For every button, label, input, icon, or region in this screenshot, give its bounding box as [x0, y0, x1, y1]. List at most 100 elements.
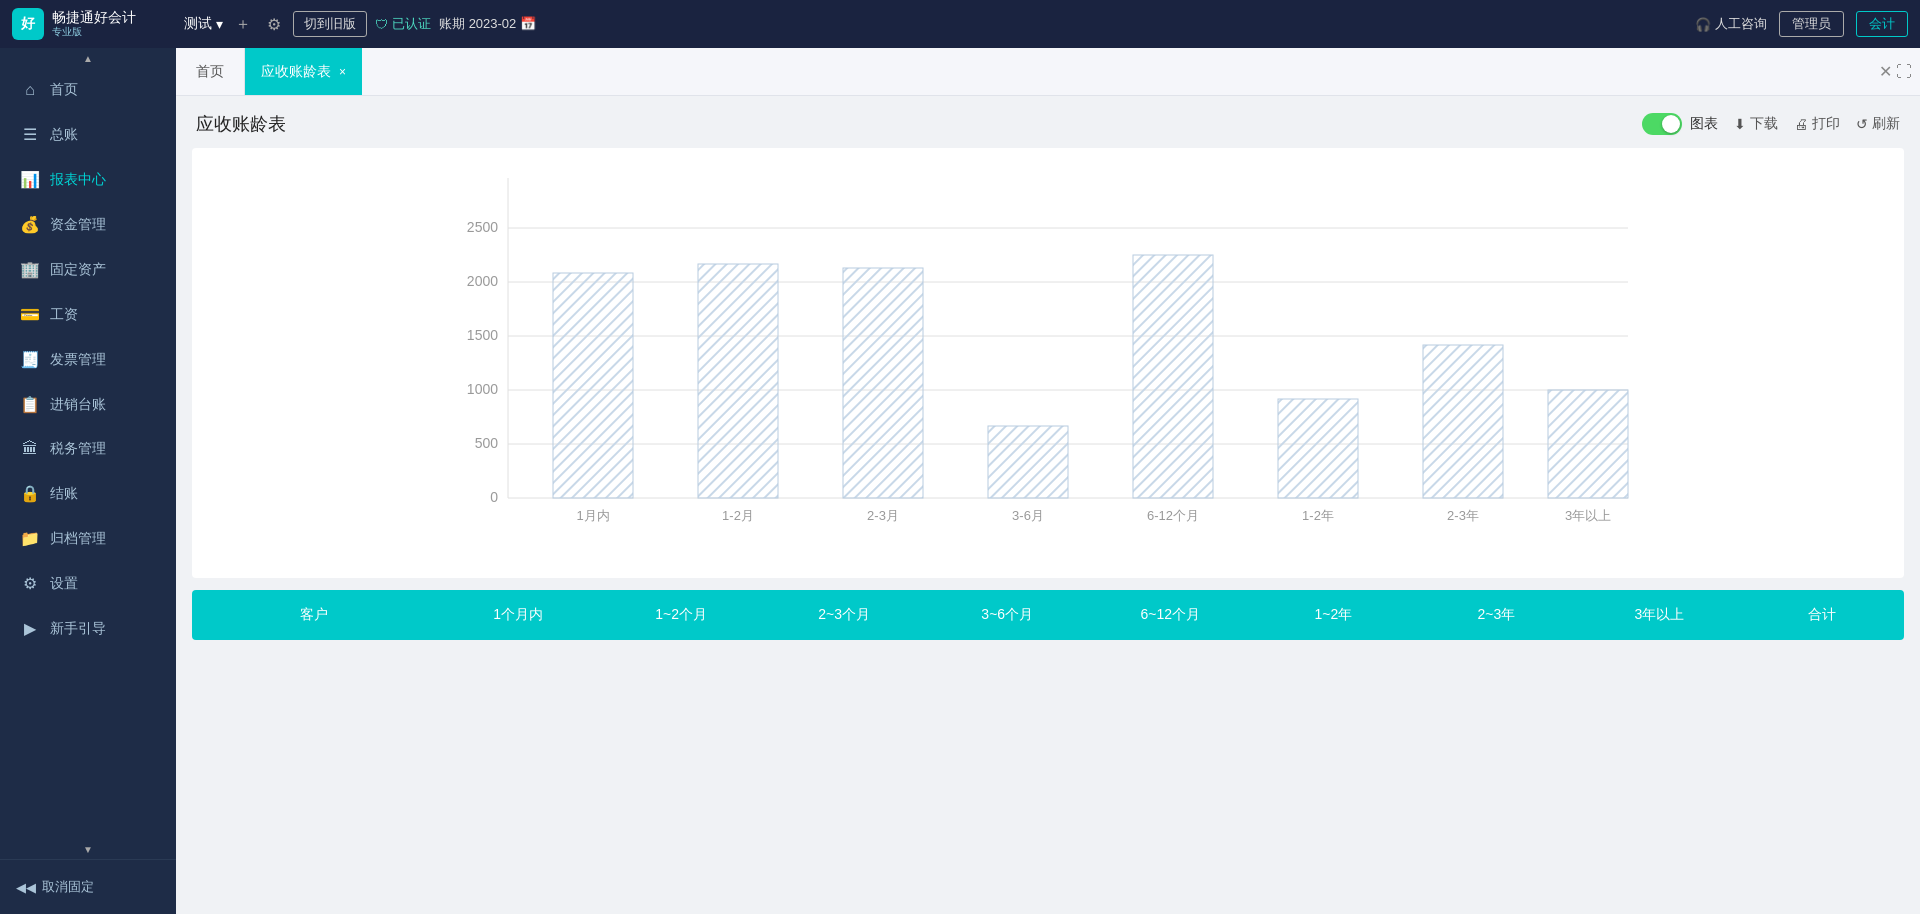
sidebar-item-ledger-label: 总账	[50, 126, 78, 144]
sidebar-bottom: ◀◀ 取消固定	[0, 859, 176, 914]
svg-text:3-6月: 3-6月	[1012, 508, 1044, 523]
cancel-fixed-label: 取消固定	[42, 878, 94, 896]
page-content: 应收账龄表 图表 ⬇ 下载 🖨 打印	[176, 96, 1920, 914]
download-icon: ⬇	[1734, 116, 1746, 132]
logo-area: 好 畅捷通好会计 专业版	[12, 8, 172, 40]
period-info: 账期 2023-02 📅	[439, 15, 536, 33]
sidebar-item-salary[interactable]: 💳 工资	[0, 292, 176, 337]
guide-icon: ▶	[20, 619, 40, 638]
dropdown-icon: ▾	[216, 16, 223, 32]
sidebar-item-reports-label: 报表中心	[50, 171, 106, 189]
table-container: 客户 1个月内 1~2个月 2~3个月 3~6个月 6~12个月 1~2年 2~…	[192, 590, 1904, 640]
sidebar-item-tax-label: 税务管理	[50, 440, 106, 458]
svg-text:2-3月: 2-3月	[867, 508, 899, 523]
sidebar-item-archive[interactable]: 📁 归档管理	[0, 516, 176, 561]
page-header: 应收账龄表 图表 ⬇ 下载 🖨 打印	[192, 112, 1904, 136]
tab-active-label: 应收账龄表	[261, 63, 331, 81]
accountant-button[interactable]: 会计	[1856, 11, 1908, 37]
consult-label: 人工咨询	[1715, 15, 1767, 33]
sidebar-item-assets-label: 固定资产	[50, 261, 106, 279]
svg-text:2500: 2500	[467, 219, 498, 235]
tab-active[interactable]: 应收账龄表 ×	[245, 48, 362, 95]
shield-icon: 🛡	[375, 17, 388, 32]
sidebar-items: ⌂ 首页 ☰ 总账 📊 报表中心 💰 资金管理 🏢 固定资产 💳 工资	[0, 68, 176, 839]
sidebar-item-sales[interactable]: 📋 进销台账	[0, 382, 176, 427]
svg-rect-24	[1278, 399, 1358, 498]
ledger-icon: ☰	[20, 125, 40, 144]
table-header-customer: 客户	[192, 590, 437, 640]
svg-rect-28	[1548, 390, 1628, 498]
sidebar-scroll-up[interactable]: ▲	[0, 48, 176, 68]
sidebar-item-assets[interactable]: 🏢 固定资产	[0, 247, 176, 292]
sidebar-item-home[interactable]: ⌂ 首页	[0, 68, 176, 112]
sidebar-item-guide[interactable]: ▶ 新手引导	[0, 606, 176, 651]
print-button[interactable]: 🖨 打印	[1794, 115, 1840, 133]
svg-text:1-2年: 1-2年	[1302, 508, 1334, 523]
sidebar-item-funds-label: 资金管理	[50, 216, 106, 234]
sidebar-item-salary-label: 工资	[50, 306, 78, 324]
svg-text:0: 0	[490, 489, 498, 505]
consult-button[interactable]: 🎧 人工咨询	[1695, 15, 1767, 33]
salary-icon: 💳	[20, 305, 40, 324]
svg-rect-18	[843, 268, 923, 498]
print-label: 打印	[1812, 115, 1840, 133]
close-accounts-icon: 🔒	[20, 484, 40, 503]
tab-home[interactable]: 首页	[176, 48, 245, 95]
table-header-2-3y: 2~3年	[1415, 590, 1578, 640]
table-header-2-3m: 2~3个月	[763, 590, 926, 640]
page-title: 应收账龄表	[196, 112, 286, 136]
archive-icon: 📁	[20, 529, 40, 548]
sidebar-item-settings[interactable]: ⚙ 设置	[0, 561, 176, 606]
table-header-3-6m: 3~6个月	[926, 590, 1089, 640]
sidebar-item-archive-label: 归档管理	[50, 530, 106, 548]
sales-icon: 📋	[20, 395, 40, 414]
sidebar-item-guide-label: 新手引导	[50, 620, 106, 638]
toggle-knob	[1662, 115, 1680, 133]
download-label: 下载	[1750, 115, 1778, 133]
tab-actions: ✕ ⛶	[1879, 62, 1920, 81]
assets-icon: 🏢	[20, 260, 40, 279]
invoice-icon: 🧾	[20, 350, 40, 369]
tab-home-label: 首页	[196, 63, 224, 81]
svg-text:1000: 1000	[467, 381, 498, 397]
tab-close-window-button[interactable]: ✕	[1879, 62, 1892, 81]
sidebar-item-close[interactable]: 🔒 结账	[0, 471, 176, 516]
sidebar-item-settings-label: 设置	[50, 575, 78, 593]
admin-button[interactable]: 管理员	[1779, 11, 1844, 37]
sidebar-item-sales-label: 进销台账	[50, 396, 106, 414]
chart-toggle-switch[interactable]	[1642, 113, 1682, 135]
old-version-button[interactable]: 切到旧版	[293, 11, 367, 37]
company-select[interactable]: 测试 ▾	[184, 15, 223, 33]
tab-close-button[interactable]: ×	[339, 65, 346, 79]
download-button[interactable]: ⬇ 下载	[1734, 115, 1778, 133]
cancel-fixed-button[interactable]: ◀◀ 取消固定	[0, 870, 176, 904]
svg-text:500: 500	[475, 435, 499, 451]
home-icon: ⌂	[20, 81, 40, 99]
svg-text:1500: 1500	[467, 327, 498, 343]
sidebar-item-funds[interactable]: 💰 资金管理	[0, 202, 176, 247]
sidebar-scroll-down[interactable]: ▼	[0, 839, 176, 859]
sidebar-item-ledger[interactable]: ☰ 总账	[0, 112, 176, 157]
sidebar-item-reports[interactable]: 📊 报表中心	[0, 157, 176, 202]
add-button[interactable]: ＋	[231, 10, 255, 39]
sidebar-item-invoice-label: 发票管理	[50, 351, 106, 369]
bar-chart: 0 500 1000 1500 2000 2500	[222, 168, 1874, 548]
content-area: 首页 应收账龄表 × ✕ ⛶ 应收账龄表	[176, 48, 1920, 914]
logo-text-block: 畅捷通好会计 专业版	[52, 9, 136, 40]
refresh-button[interactable]: ↺ 刷新	[1856, 115, 1900, 133]
tab-expand-button[interactable]: ⛶	[1896, 63, 1912, 81]
table-header-total: 合计	[1741, 590, 1904, 640]
sidebar-item-tax[interactable]: 🏛 税务管理	[0, 427, 176, 471]
calendar-icon[interactable]: 📅	[520, 16, 536, 31]
table-header-3y: 3年以上	[1578, 590, 1741, 640]
period-value: 2023-02	[469, 16, 517, 31]
refresh-icon: ↺	[1856, 116, 1868, 132]
chart-toggle-area: 图表	[1642, 113, 1718, 135]
svg-rect-20	[988, 426, 1068, 498]
sidebar-item-invoice[interactable]: 🧾 发票管理	[0, 337, 176, 382]
svg-text:1-2月: 1-2月	[722, 508, 754, 523]
settings-icon: ⚙	[20, 574, 40, 593]
settings-button[interactable]: ⚙	[263, 11, 285, 38]
svg-text:2000: 2000	[467, 273, 498, 289]
table-header-6-12m: 6~12个月	[1089, 590, 1252, 640]
